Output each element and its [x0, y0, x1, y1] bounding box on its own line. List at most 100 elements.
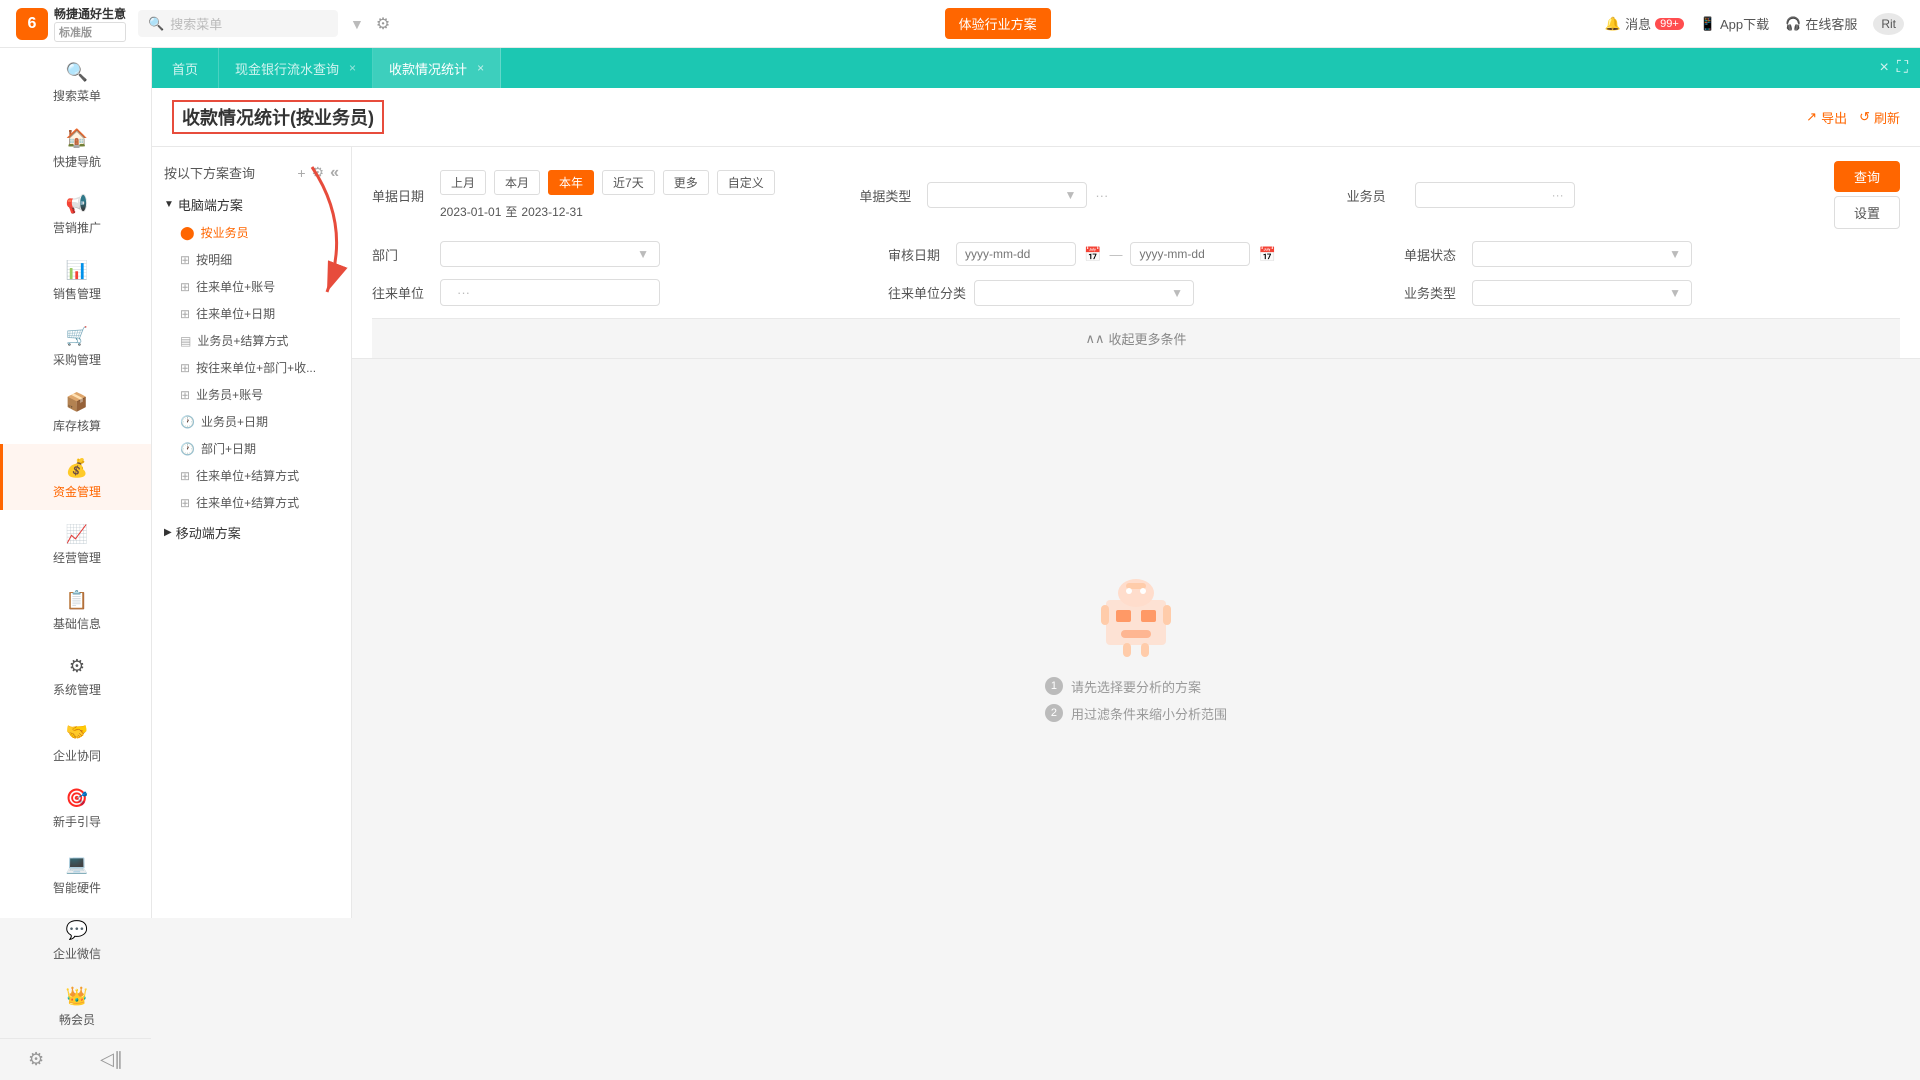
- sidebar-item-purchase[interactable]: 🛒 采购管理: [0, 312, 151, 378]
- inventory-icon: 📦: [66, 392, 88, 413]
- online-service-btn[interactable]: 🎧 在线客服: [1785, 14, 1857, 33]
- partner-category-select[interactable]: ▼: [974, 280, 1194, 306]
- tab-home-label: 首页: [172, 59, 198, 78]
- scheme-item-partner-date[interactable]: ⊞ 往来单位+日期: [152, 300, 351, 327]
- biz-type-select[interactable]: ▼: [1472, 280, 1692, 306]
- sidebar-item-operation[interactable]: 📈 经营管理: [0, 510, 151, 576]
- scheme-item-salesman-date[interactable]: 🕐 业务员+日期: [152, 408, 351, 435]
- search-menu-icon: 🔍: [66, 62, 88, 83]
- scheme-group-mobile: ▶ 移动端方案: [152, 518, 351, 547]
- settings-icon[interactable]: ⚙: [376, 14, 390, 34]
- sidebar-label-vip: 畅会员: [59, 1011, 95, 1028]
- audit-date-from-input[interactable]: [956, 242, 1076, 266]
- scheme-item-by-salesman[interactable]: ⬤ 按业务员: [152, 219, 351, 246]
- refresh-btn[interactable]: ↺ 刷新: [1859, 108, 1900, 127]
- bell-icon: 🔔: [1605, 16, 1621, 32]
- query-btn[interactable]: 查询: [1834, 161, 1900, 192]
- date-last-month-btn[interactable]: 上月: [440, 170, 486, 195]
- dept-select[interactable]: ▼: [440, 241, 660, 267]
- sidebar-label-search-menu: 搜索菜单: [53, 87, 101, 104]
- bill-status-label: 单据状态: [1404, 245, 1464, 264]
- scheme-group-desktop-title[interactable]: ▼ 电脑端方案: [152, 190, 351, 219]
- export-btn[interactable]: ↗ 导出: [1806, 108, 1847, 127]
- scheme-item-salesman-account[interactable]: ⊞ 业务员+账号: [152, 381, 351, 408]
- menu-search-bar[interactable]: 🔍 搜索菜单: [138, 10, 338, 37]
- bill-status-field: 单据状态 ▼: [1404, 241, 1900, 267]
- audit-date-to-input[interactable]: [1130, 242, 1250, 266]
- sidebar-item-search-menu[interactable]: 🔍 搜索菜单: [0, 48, 151, 114]
- basic-info-icon: 📋: [66, 590, 88, 611]
- scheme-group-mobile-title[interactable]: ▶ 移动端方案: [152, 518, 351, 547]
- user-avatar[interactable]: Rit: [1873, 13, 1904, 35]
- scheme-item-by-detail[interactable]: ⊞ 按明细: [152, 246, 351, 273]
- tip-num-2: 2: [1045, 704, 1063, 722]
- type-field: 单据类型 ▼ ···: [859, 182, 1326, 208]
- scheme-settings-btn[interactable]: ⚙: [312, 164, 325, 181]
- filter-area: 按以下方案查询 + ⚙ « ▼ 电脑端方案 ⬤ 按业务员: [152, 147, 1920, 918]
- brand-name: 畅捷通好生意: [54, 5, 126, 22]
- salesman-select[interactable]: ···: [1415, 182, 1575, 208]
- type-more-icon[interactable]: ···: [1095, 188, 1108, 203]
- search-row-3: 往来单位 ··· 往来单位分类 ▼: [372, 279, 1900, 306]
- calendar-to-icon[interactable]: 📅: [1258, 246, 1275, 263]
- scheme-salesman-label: 按业务员: [201, 224, 249, 241]
- scheme-item-dept-date[interactable]: 🕐 部门+日期: [152, 435, 351, 462]
- date-more-btn[interactable]: 更多: [663, 170, 709, 195]
- sidebar-item-inventory[interactable]: 📦 库存核算: [0, 378, 151, 444]
- date-custom-btn[interactable]: 自定义: [717, 170, 775, 195]
- collapse-conditions-btn[interactable]: ∧∧ 收起更多条件: [1085, 329, 1186, 348]
- collapse-bar: ∧∧ 收起更多条件: [372, 318, 1900, 358]
- top-bar: 6 畅捷通好生意 标准版 🔍 搜索菜单 ▼ ⚙ 体验行业方案 🔔 消息 99+ …: [0, 0, 1920, 48]
- sidebar-item-quick-nav[interactable]: 🏠 快捷导航: [0, 114, 151, 180]
- tab-receipt-stats-close[interactable]: ×: [477, 61, 484, 75]
- set-btn[interactable]: 设置: [1834, 196, 1900, 229]
- tab-close-all-btn[interactable]: ×: [1879, 59, 1888, 77]
- sidebar-settings-btn[interactable]: ⚙: [28, 1049, 44, 1070]
- scheme-item-partner-dept[interactable]: ⊞ 按往来单位+部门+收...: [152, 354, 351, 381]
- scheme-partner-settle1-label: 往来单位+结算方式: [196, 467, 299, 484]
- sidebar-item-system[interactable]: ⚙ 系统管理: [0, 642, 151, 708]
- operation-icon: 📈: [66, 524, 88, 545]
- scheme-item-salesman-settle[interactable]: ▤ 业务员+结算方式: [152, 327, 351, 354]
- calendar-from-icon[interactable]: 📅: [1084, 246, 1101, 263]
- tab-bank-flow[interactable]: 现金银行流水查询 ×: [219, 48, 373, 88]
- tab-receipt-stats[interactable]: 收款情况统计 ×: [373, 48, 501, 88]
- sidebar-item-marketing[interactable]: 📢 营销推广: [0, 180, 151, 246]
- sidebar-item-sales[interactable]: 📊 销售管理: [0, 246, 151, 312]
- scheme-item-partner-settle1[interactable]: ⊞ 往来单位+结算方式: [152, 462, 351, 489]
- date-7-days-btn[interactable]: 近7天: [602, 170, 655, 195]
- dropdown-arrow-icon[interactable]: ▼: [350, 16, 364, 32]
- page-title: 收款情况统计(按业务员): [172, 100, 384, 134]
- tab-maximize-btn[interactable]: ⛶: [1897, 59, 1908, 77]
- bill-status-select[interactable]: ▼: [1472, 241, 1692, 267]
- trial-button[interactable]: 体验行业方案: [945, 8, 1051, 39]
- scheme-collapse-btn[interactable]: «: [330, 164, 339, 182]
- tab-bank-flow-close[interactable]: ×: [349, 61, 356, 75]
- sidebar-item-corp-coop[interactable]: 🤝 企业协同: [0, 708, 151, 774]
- tab-home[interactable]: 首页: [152, 48, 219, 88]
- sidebar-item-basic-info[interactable]: 📋 基础信息: [0, 576, 151, 642]
- sidebar-collapse-btn[interactable]: ◁∥: [100, 1049, 123, 1070]
- scheme-item-partner-account[interactable]: ⊞ 往来单位+账号: [152, 273, 351, 300]
- scheme-item-partner-settle2[interactable]: ⊞ 往来单位+结算方式: [152, 489, 351, 516]
- tab-bar-right: × ⛶: [1879, 59, 1920, 77]
- scheme-add-btn[interactable]: +: [297, 165, 305, 181]
- tip-text-1: 请先选择要分析的方案: [1071, 677, 1201, 696]
- app-download-btn[interactable]: 📱 App下载: [1700, 14, 1769, 33]
- sidebar-item-newbie[interactable]: 🎯 新手引导: [0, 774, 151, 840]
- sidebar-label-operation: 经营管理: [53, 549, 101, 566]
- sidebar-item-vip[interactable]: 👑 畅会员: [0, 972, 151, 1038]
- scheme-partner-account-label: 往来单位+账号: [196, 278, 275, 295]
- sidebar-item-finance[interactable]: 💰 资金管理: [0, 444, 151, 510]
- sidebar-item-corp-wechat[interactable]: 💬 企业微信: [0, 906, 151, 972]
- bill-status-dropdown-icon: ▼: [1669, 247, 1681, 261]
- sidebar-item-smart-hw[interactable]: 💻 智能硬件: [0, 840, 151, 906]
- partner-select[interactable]: ···: [440, 279, 660, 306]
- main-layout: 🔍 搜索菜单 🏠 快捷导航 📢 营销推广 📊 销售管理 🛒 采购管理 📦 库存核…: [0, 48, 1920, 918]
- date-this-month-btn[interactable]: 本月: [494, 170, 540, 195]
- type-select[interactable]: ▼: [927, 182, 1087, 208]
- message-btn[interactable]: 🔔 消息 99+: [1605, 14, 1684, 33]
- date-this-year-btn[interactable]: 本年: [548, 170, 594, 195]
- partner-more-icon[interactable]: ···: [457, 285, 470, 300]
- scheme-group-desktop: ▼ 电脑端方案 ⬤ 按业务员 ⊞ 按明细 ⊞ 往来单位+账号: [152, 190, 351, 516]
